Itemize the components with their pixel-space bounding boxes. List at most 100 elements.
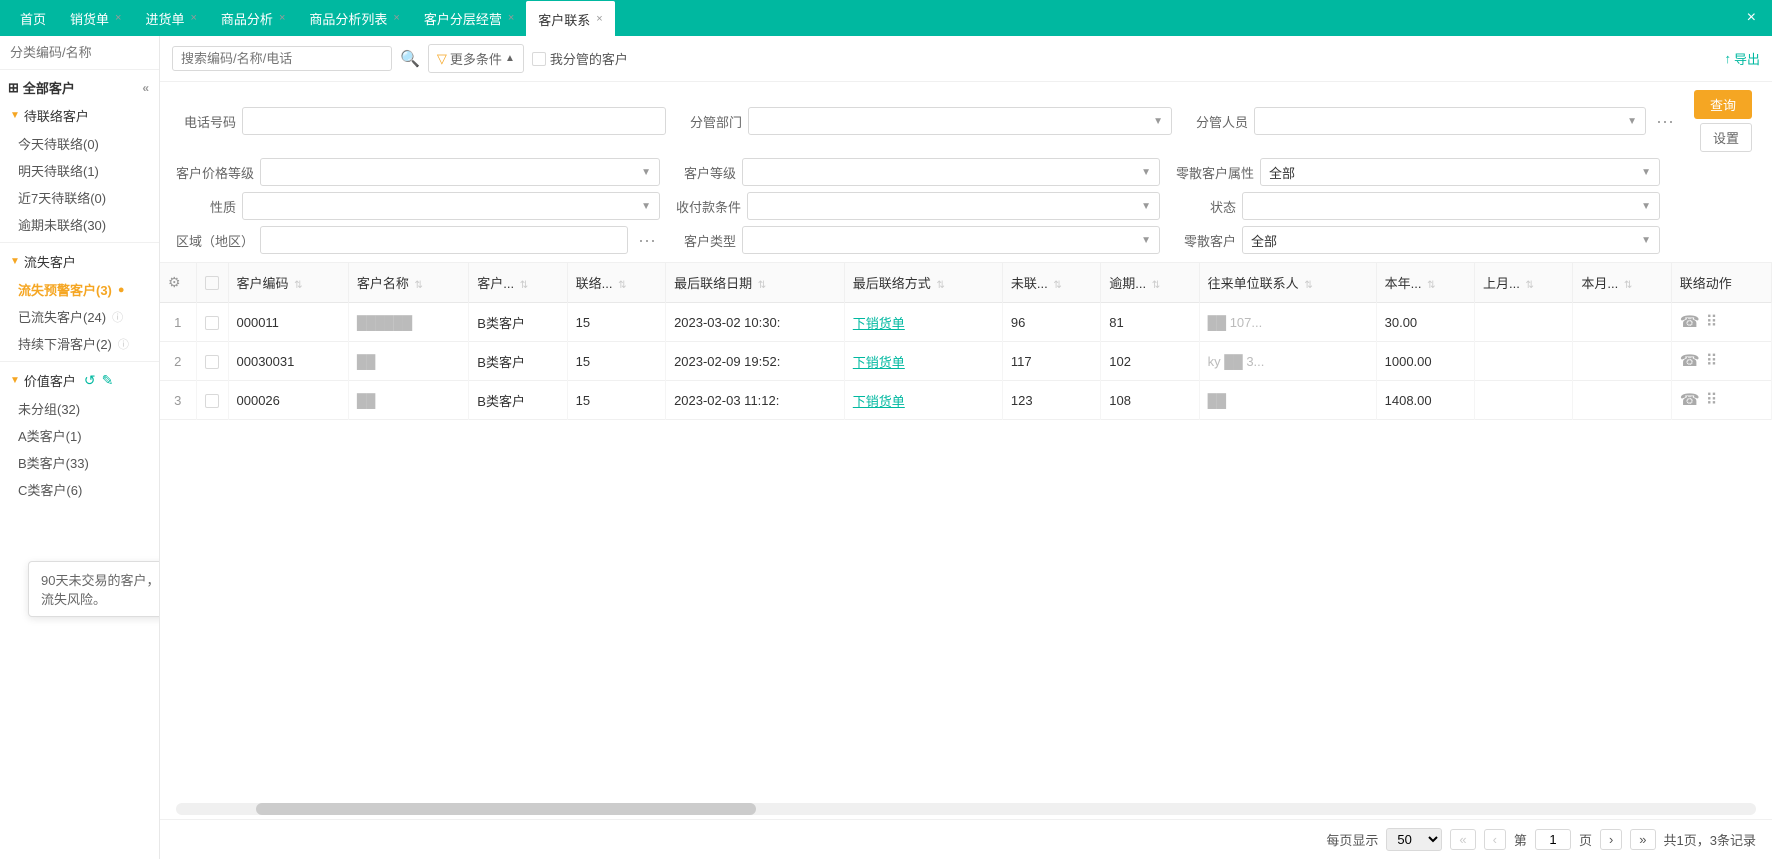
tab-customer-contact[interactable]: 客户联系 × [526, 1, 614, 37]
action-more-0[interactable]: ⠿ [1706, 312, 1718, 332]
filter-field-status: 状态 ▼ [1176, 192, 1660, 220]
content-area: 🔍 ▽ 更多条件 ▲ 我分管的客户 ↑ 导出 电话号码 [160, 36, 1772, 859]
row-check-0[interactable] [205, 316, 219, 330]
tab-customer-contact-close[interactable]: × [596, 13, 602, 25]
tab-sales[interactable]: 销货单 × [58, 0, 133, 36]
sidebar-item-declining[interactable]: 持续下滑客户(2) ⓘ [0, 330, 159, 357]
payment-select[interactable]: ▼ [747, 192, 1160, 220]
page-last-btn[interactable]: » [1630, 829, 1655, 850]
sidebar-item-week[interactable]: 近7天待联络(0) [0, 184, 159, 211]
sidebar-item-ungroup[interactable]: 未分组(32) [0, 395, 159, 422]
region-more-btn[interactable]: ··· [634, 230, 660, 251]
page-input[interactable] [1535, 829, 1571, 850]
dept-select[interactable]: ▼ [748, 107, 1172, 135]
sidebar-group-value[interactable]: ▼ 价值客户 ↺ ✎ [0, 366, 159, 395]
filter-search-input[interactable] [172, 46, 392, 71]
tab-goods-analysis-list-close[interactable]: × [393, 12, 399, 24]
tab-home[interactable]: 首页 [8, 0, 58, 36]
my-customers-checkbox[interactable] [532, 52, 546, 66]
cust-type-select[interactable]: ▼ [742, 226, 1160, 254]
refresh-icon[interactable]: ↺ [84, 372, 96, 389]
sort-icon-this-month[interactable]: ⇅ [1624, 280, 1632, 291]
sort-icon-contact-person[interactable]: ⇅ [1304, 280, 1312, 291]
total-info: 共1页，3条记录 [1664, 830, 1756, 849]
action-more-2[interactable]: ⠿ [1706, 390, 1718, 410]
retail-cust-select[interactable]: 全部 ▼ [1242, 226, 1660, 254]
row-check-2[interactable] [205, 394, 219, 408]
nature-select[interactable]: ▼ [242, 192, 660, 220]
region-select[interactable] [260, 226, 628, 254]
price-grade-select[interactable]: ▼ [260, 158, 660, 186]
edit-icon[interactable]: ✎ [102, 372, 114, 389]
sidebar-item-overdue[interactable]: 逾期未联络(30) [0, 211, 159, 238]
filter-field-region: 区域（地区） ··· [176, 226, 660, 254]
phone-input[interactable] [242, 107, 666, 135]
sidebar-group-churn[interactable]: ▼ 流失客户 [0, 247, 159, 276]
tab-customer-layer-close[interactable]: × [508, 12, 514, 24]
horizontal-scrollbar[interactable] [176, 803, 1756, 815]
settings-col-icon[interactable]: ⚙ [168, 274, 181, 290]
tab-goods-analysis-list[interactable]: 商品分析列表 × [297, 0, 411, 36]
manager-more-btn[interactable]: ··· [1652, 111, 1678, 132]
per-page-select[interactable]: 50 100 [1386, 828, 1442, 851]
sidebar-item-churned[interactable]: 已流失客户(24) ⓘ [0, 303, 159, 330]
tab-goods-analysis[interactable]: 商品分析 × [209, 0, 297, 36]
tab-customer-layer[interactable]: 客户分层经营 × [412, 0, 526, 36]
page-first-btn[interactable]: « [1450, 829, 1475, 850]
status-select[interactable]: ▼ [1242, 192, 1660, 220]
action-more-1[interactable]: ⠿ [1706, 351, 1718, 371]
arrow-icon-churn: ▼ [10, 256, 20, 267]
my-customers-toggle[interactable]: 我分管的客户 [532, 49, 628, 68]
export-button[interactable]: ↑ 导出 [1724, 49, 1760, 68]
th-settings: ⚙ [160, 263, 196, 303]
tab-goods-analysis-close[interactable]: × [279, 12, 285, 24]
action-phone-0[interactable]: ☎ [1680, 312, 1700, 332]
retail-attr-select[interactable]: 全部 ▼ [1260, 158, 1660, 186]
sort-icon-last-month[interactable]: ⇅ [1525, 280, 1533, 291]
last-method-link-1[interactable]: 下销货单 [853, 355, 905, 370]
sort-icon-not-contacted[interactable]: ⇅ [1053, 280, 1061, 291]
scrollbar-thumb[interactable] [256, 803, 756, 815]
sort-icon-contact[interactable]: ⇅ [618, 280, 626, 291]
sidebar-item-churn-warning[interactable]: 流失预警客户(3) ● [0, 276, 159, 303]
row-check-1[interactable] [205, 355, 219, 369]
filter-field-price-grade: 客户价格等级 ▼ [176, 158, 660, 186]
tab-sales-close[interactable]: × [115, 12, 121, 24]
sidebar-item-tomorrow[interactable]: 明天待联络(1) [0, 157, 159, 184]
sort-icon-type[interactable]: ⇅ [520, 280, 528, 291]
sort-icon-this-year[interactable]: ⇅ [1427, 280, 1435, 291]
sidebar-item-today[interactable]: 今天待联络(0) [0, 130, 159, 157]
page-next-btn[interactable]: › [1600, 829, 1622, 850]
sort-icon-code[interactable]: ⇅ [294, 280, 302, 291]
sort-icon-last-method[interactable]: ⇅ [936, 280, 944, 291]
sidebar-collapse-btn[interactable]: « [142, 81, 149, 95]
sidebar-item-class-a[interactable]: A类客户(1) [0, 422, 159, 449]
query-button[interactable]: 查询 [1694, 90, 1752, 119]
close-all-button[interactable]: × [1739, 9, 1764, 27]
sidebar-item-class-c[interactable]: C类客户(6) [0, 476, 159, 503]
page-prev-btn[interactable]: ‹ [1484, 829, 1506, 850]
last-method-link-2[interactable]: 下销货单 [853, 394, 905, 409]
sidebar-item-class-b[interactable]: B类客户(33) [0, 449, 159, 476]
sidebar-group-pending[interactable]: ▼ 待联络客户 [0, 101, 159, 130]
sort-icon-overdue[interactable]: ⇅ [1152, 280, 1160, 291]
sort-icon-name[interactable]: ⇅ [415, 280, 423, 291]
all-customers-header[interactable]: ⊞ 全部客户 « [0, 70, 159, 101]
tab-purchase-close[interactable]: × [190, 12, 196, 24]
action-phone-1[interactable]: ☎ [1680, 351, 1700, 371]
manager-select[interactable]: ▼ [1254, 107, 1646, 135]
tab-purchase[interactable]: 进货单 × [133, 0, 208, 36]
action-phone-2[interactable]: ☎ [1680, 390, 1700, 410]
settings-button[interactable]: 设置 [1700, 123, 1752, 152]
cust-grade-select[interactable]: ▼ [742, 158, 1160, 186]
row-checkbox-0 [196, 303, 228, 342]
last-method-link-0[interactable]: 下销货单 [853, 316, 905, 331]
tab-purchase-label: 进货单 [145, 9, 184, 28]
sort-icon-last-date[interactable]: ⇅ [758, 280, 766, 291]
more-conditions-btn[interactable]: ▽ 更多条件 ▲ [428, 44, 524, 73]
filter-search-icon[interactable]: 🔍 [400, 49, 420, 69]
header-checkbox[interactable] [205, 276, 219, 290]
sidebar: 🔍 ⊞ 全部客户 « ▼ 待联络客户 今天待联络(0) 明天待联络(1) 近7天… [0, 36, 160, 859]
sidebar-search-input[interactable] [10, 45, 160, 60]
filter-field-dept: 分管部门 ▼ [682, 107, 1172, 135]
